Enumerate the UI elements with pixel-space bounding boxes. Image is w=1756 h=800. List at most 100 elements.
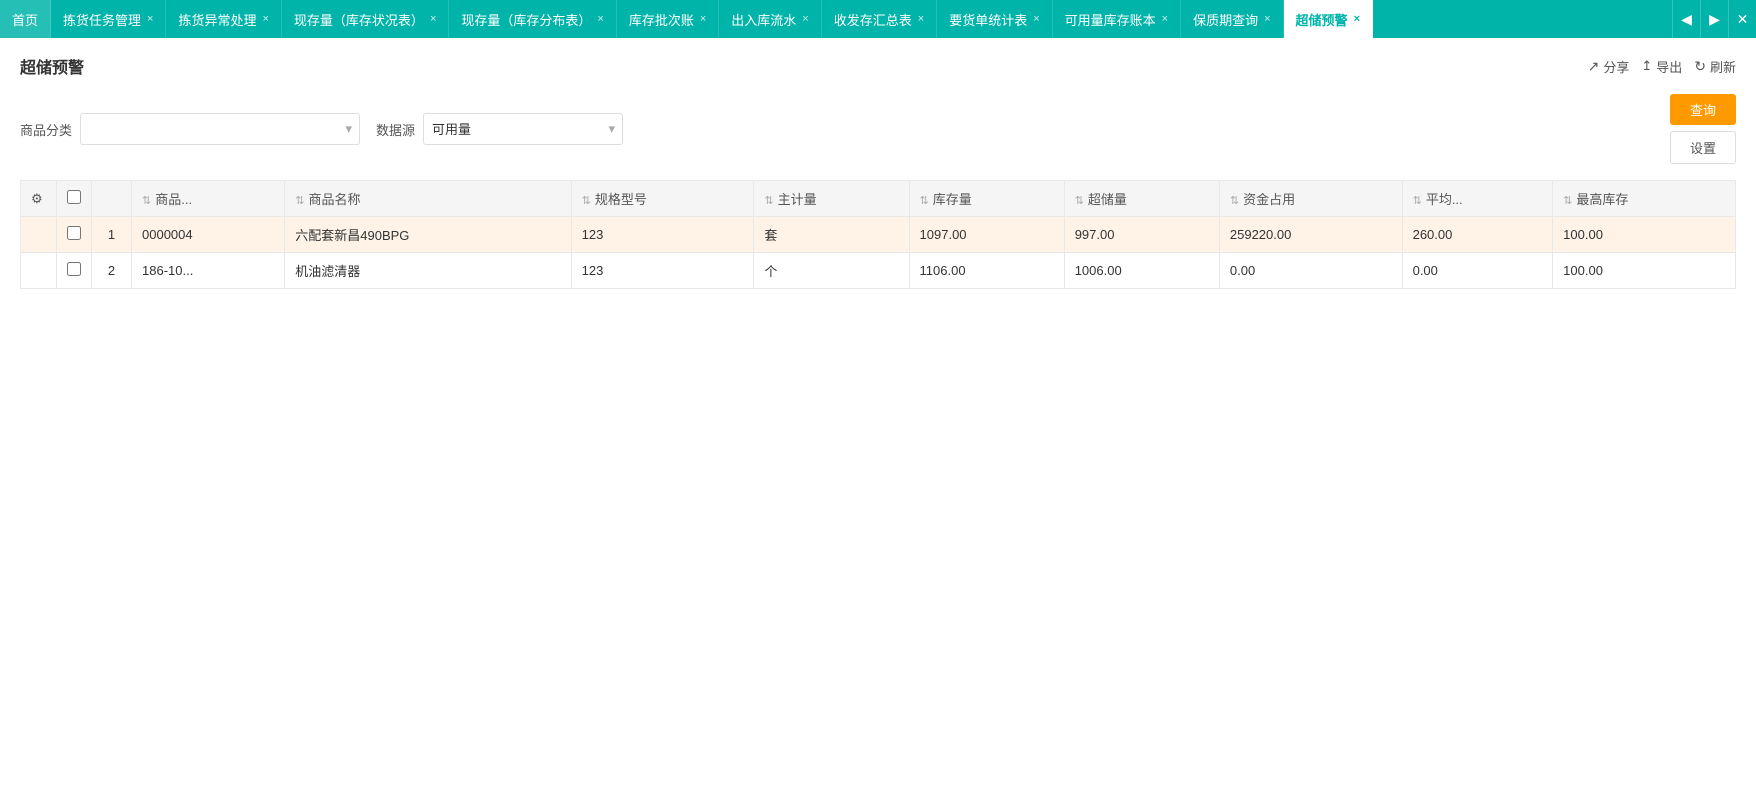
nav-prev-button[interactable]: ◀ <box>1672 0 1700 38</box>
nav-item-close-5[interactable]: × <box>802 13 808 25</box>
row-num-1: 2 <box>92 253 132 289</box>
nav-item-9[interactable]: 保质期查询 × <box>1181 0 1283 38</box>
nav-item-label-9: 保质期查询 <box>1193 10 1258 29</box>
nav-next-button[interactable]: ▶ <box>1700 0 1728 38</box>
filter-btn-group: 查询 设置 <box>1670 94 1736 164</box>
nav-item-3[interactable]: 现存量（库存分布表）× <box>449 0 616 38</box>
header-actions: ↗ 分享 ↥ 导出 ↻ 刷新 <box>1588 57 1736 76</box>
row-avg-0: 260.00 <box>1402 217 1553 253</box>
nav-item-close-10[interactable]: × <box>1354 13 1360 25</box>
th-stock[interactable]: 库存量 <box>909 181 1064 217</box>
nav-item-1[interactable]: 拣货异常处理 × <box>166 0 281 38</box>
filters-section: 商品分类 数据源 可用量 查询 设置 <box>20 94 1736 164</box>
th-gear[interactable]: ⚙ <box>21 181 57 217</box>
nav-bar: 首页 拣货任务管理×拣货异常处理×现存量（库存状况表）×现存量（库存分布表）×库… <box>0 0 1756 38</box>
th-max[interactable]: 最高库存 <box>1553 181 1736 217</box>
refresh-label: 刷新 <box>1710 57 1736 76</box>
row-num-0: 1 <box>92 217 132 253</box>
refresh-button[interactable]: ↻ 刷新 <box>1694 57 1736 76</box>
th-spec[interactable]: 规格型号 <box>571 181 754 217</box>
nav-item-close-6[interactable]: × <box>918 13 924 25</box>
nav-close-button[interactable]: ✕ <box>1728 0 1756 38</box>
row-unit-0: 套 <box>754 217 909 253</box>
nav-item-close-7[interactable]: × <box>1033 13 1039 25</box>
nav-item-label-5: 出入库流水 <box>731 10 796 29</box>
nav-item-10[interactable]: 超储预警 × <box>1284 0 1373 38</box>
nav-item-close-0[interactable]: × <box>147 13 153 25</box>
nav-item-8[interactable]: 可用量库存账本 × <box>1053 0 1181 38</box>
nav-item-5[interactable]: 出入库流水 × <box>719 0 821 38</box>
row-stock-0: 1097.00 <box>909 217 1064 253</box>
export-label: 导出 <box>1656 57 1682 76</box>
nav-item-close-2[interactable]: × <box>430 13 436 25</box>
table-row: 2 186-10... 机油滤清器 123 个 1106.00 1006.00 … <box>21 253 1736 289</box>
table-row: 1 0000004 六配套新昌490BPG 123 套 1097.00 997.… <box>21 217 1736 253</box>
row-over-0: 997.00 <box>1064 217 1219 253</box>
th-num <box>92 181 132 217</box>
row-spec-0: 123 <box>571 217 754 253</box>
row-capital-0: 259220.00 <box>1219 217 1402 253</box>
nav-item-label-10: 超储预警 <box>1296 10 1348 29</box>
home-label: 首页 <box>12 10 38 29</box>
page-content: 超储预警 ↗ 分享 ↥ 导出 ↻ 刷新 商品分类 <box>0 38 1756 800</box>
share-label: 分享 <box>1603 57 1629 76</box>
nav-item-label-8: 可用量库存账本 <box>1065 10 1156 29</box>
row-capital-1: 0.00 <box>1219 253 1402 289</box>
row-stock-1: 1106.00 <box>909 253 1064 289</box>
row-max-0: 100.00 <box>1553 217 1736 253</box>
datasource-select[interactable]: 可用量 <box>423 113 623 145</box>
row-max-1: 100.00 <box>1553 253 1736 289</box>
row-checkbox-0[interactable] <box>67 226 81 240</box>
settings-button[interactable]: 设置 <box>1670 131 1736 164</box>
category-filter-group: 商品分类 <box>20 113 360 145</box>
nav-item-4[interactable]: 库存批次账 × <box>617 0 719 38</box>
nav-item-6[interactable]: 收发存汇总表× <box>822 0 937 38</box>
category-select-wrap <box>80 113 360 145</box>
category-select[interactable] <box>80 113 360 145</box>
category-label: 商品分类 <box>20 120 72 139</box>
share-button[interactable]: ↗ 分享 <box>1588 57 1630 76</box>
row-spec-1: 123 <box>571 253 754 289</box>
nav-arrows: ◀ ▶ ✕ <box>1672 0 1756 38</box>
row-cb-0 <box>57 217 92 253</box>
th-code[interactable]: 商品... <box>132 181 285 217</box>
datasource-label: 数据源 <box>376 120 415 139</box>
table-header: ⚙ 商品... 商品名称 规格型号 主计量 库存量 超储量 资金占用 平均...… <box>21 181 1736 217</box>
data-table: ⚙ 商品... 商品名称 规格型号 主计量 库存量 超储量 资金占用 平均...… <box>20 180 1736 289</box>
th-unit[interactable]: 主计量 <box>754 181 909 217</box>
th-avg[interactable]: 平均... <box>1402 181 1553 217</box>
th-checkbox <box>57 181 92 217</box>
datasource-filter-group: 数据源 可用量 <box>376 113 623 145</box>
nav-item-label-1: 拣货异常处理 <box>178 10 256 29</box>
page-header: 超储预警 ↗ 分享 ↥ 导出 ↻ 刷新 <box>20 54 1736 78</box>
th-name[interactable]: 商品名称 <box>285 181 571 217</box>
nav-item-close-3[interactable]: × <box>597 13 603 25</box>
th-capital[interactable]: 资金占用 <box>1219 181 1402 217</box>
nav-item-close-9[interactable]: × <box>1264 13 1270 25</box>
refresh-icon: ↻ <box>1694 58 1706 75</box>
row-gear-1 <box>21 253 57 289</box>
row-avg-1: 0.00 <box>1402 253 1553 289</box>
table-body: 1 0000004 六配套新昌490BPG 123 套 1097.00 997.… <box>21 217 1736 289</box>
nav-item-label-7: 要货单统计表 <box>949 10 1027 29</box>
th-over[interactable]: 超储量 <box>1064 181 1219 217</box>
row-unit-1: 个 <box>754 253 909 289</box>
nav-item-label-2: 现存量（库存状况表） <box>294 10 424 29</box>
nav-item-0[interactable]: 拣货任务管理× <box>51 0 166 38</box>
select-all-checkbox[interactable] <box>67 190 81 204</box>
row-code-0: 0000004 <box>132 217 285 253</box>
query-button[interactable]: 查询 <box>1670 94 1736 125</box>
row-name-0: 六配套新昌490BPG <box>285 217 571 253</box>
nav-item-close-4[interactable]: × <box>700 13 706 25</box>
export-button[interactable]: ↥ 导出 <box>1641 57 1682 76</box>
row-cb-1 <box>57 253 92 289</box>
row-name-1: 机油滤清器 <box>285 253 571 289</box>
nav-home[interactable]: 首页 <box>0 0 51 38</box>
row-gear-0 <box>21 217 57 253</box>
row-checkbox-1[interactable] <box>67 262 81 276</box>
nav-item-close-8[interactable]: × <box>1162 13 1168 25</box>
nav-item-close-1[interactable]: × <box>262 13 268 25</box>
nav-item-2[interactable]: 现存量（库存状况表） × <box>282 0 449 38</box>
nav-item-7[interactable]: 要货单统计表 × <box>937 0 1052 38</box>
nav-item-label-4: 库存批次账 <box>629 10 694 29</box>
